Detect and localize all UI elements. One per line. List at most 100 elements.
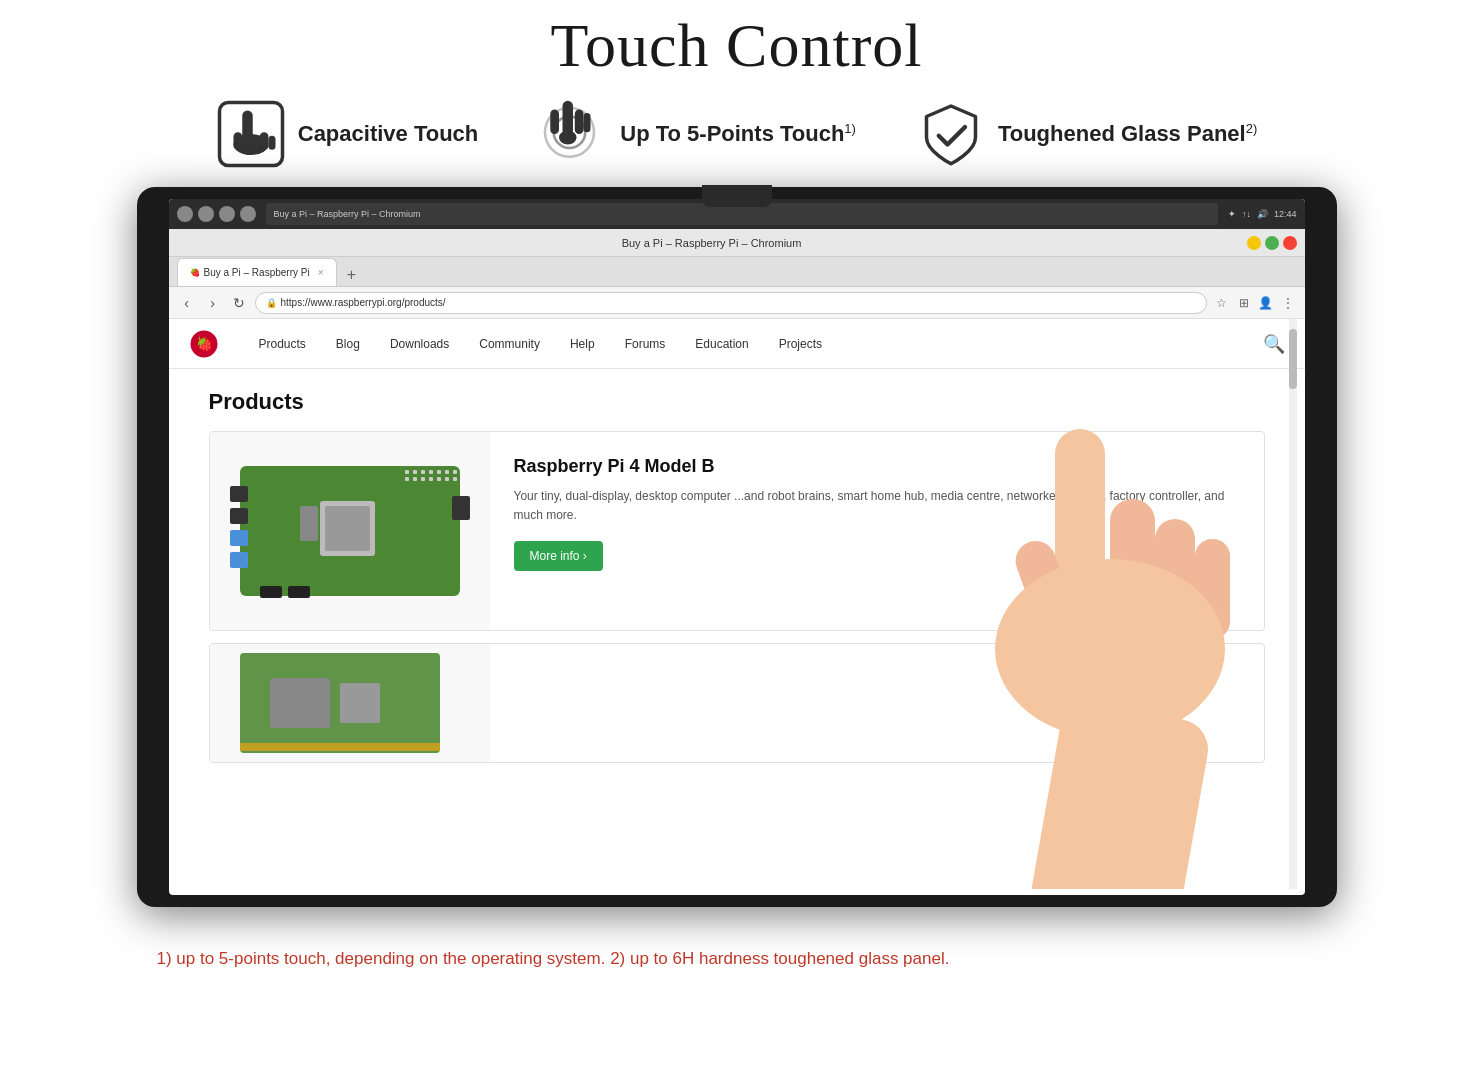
svg-point-9: [559, 131, 577, 145]
bookmark-icon[interactable]: ☆: [1213, 294, 1231, 312]
rpi-favicon: 🍓: [190, 268, 200, 277]
taskbar-icons: [177, 206, 256, 222]
svg-rect-33: [421, 477, 425, 481]
nav-forums[interactable]: Forums: [625, 337, 666, 351]
new-tab-button[interactable]: +: [341, 264, 363, 286]
svg-rect-42: [340, 683, 380, 723]
nav-help[interactable]: Help: [570, 337, 595, 351]
hand-touch-icon: [216, 99, 286, 169]
product-card-2: [209, 643, 1265, 763]
account-icon[interactable]: 👤: [1257, 294, 1275, 312]
website-nav: 🍓 Products Blog Downloads Community Help…: [169, 319, 1305, 369]
browser-tab-active[interactable]: 🍓 Buy a Pi – Raspberry Pi ×: [177, 258, 337, 286]
svg-rect-28: [437, 470, 441, 474]
cm-image: [220, 644, 480, 762]
nav-education[interactable]: Education: [695, 337, 748, 351]
svg-rect-24: [405, 470, 409, 474]
clock-display: 12:44: [1274, 209, 1297, 219]
svg-rect-12: [584, 113, 591, 132]
capacitive-touch-label: Capacitive Touch: [298, 121, 479, 147]
feature-toughened-glass: Toughened Glass Panel2): [916, 99, 1257, 169]
monitor-screen: Buy a Pi – Raspberry Pi – Chromium ✦ ↑↓ …: [169, 199, 1305, 895]
svg-rect-26: [421, 470, 425, 474]
page-title: Touch Control: [550, 10, 922, 81]
product-card-info-1: Raspberry Pi 4 Model B Your tiny, dual-d…: [490, 432, 1264, 630]
network-icon-text: ↑↓: [1242, 209, 1251, 219]
search-icon[interactable]: 🔍: [1263, 333, 1285, 355]
scroll-thumb[interactable]: [1289, 329, 1297, 389]
five-points-touch-label: Up To 5-Points Touch1): [620, 121, 856, 147]
back-button[interactable]: ‹: [177, 293, 197, 313]
svg-rect-43: [240, 743, 440, 751]
svg-rect-19: [230, 508, 248, 524]
camera-bump: [702, 185, 772, 207]
product-card-image-1: [210, 432, 490, 630]
nav-downloads[interactable]: Downloads: [390, 337, 449, 351]
rpi-logo: 🍓: [189, 329, 219, 359]
bluetooth-icon-text: ✦: [1228, 209, 1236, 219]
svg-rect-34: [429, 477, 433, 481]
svg-text:🍓: 🍓: [195, 335, 212, 352]
menu-icon[interactable]: ⋮: [1279, 294, 1297, 312]
svg-rect-17: [325, 506, 370, 551]
svg-rect-21: [230, 552, 248, 568]
svg-rect-5: [268, 136, 275, 150]
nav-products[interactable]: Products: [259, 337, 306, 351]
product-desc-1: Your tiny, dual-display, desktop compute…: [514, 487, 1240, 525]
taskbar-browser-tab-text: Buy a Pi – Raspberry Pi – Chromium: [274, 209, 421, 219]
taskbar-dot-1: [177, 206, 193, 222]
nav-community[interactable]: Community: [479, 337, 540, 351]
browser-nav-row: ‹ › ↻ 🔒 https://www.raspberrypi.org/prod…: [169, 287, 1305, 319]
nav-projects[interactable]: Projects: [779, 337, 822, 351]
scroll-indicator[interactable]: [1289, 319, 1297, 889]
maximize-button[interactable]: [1265, 236, 1279, 250]
finger-touch-icon: [538, 99, 608, 169]
close-button[interactable]: [1283, 236, 1297, 250]
svg-rect-11: [575, 110, 584, 135]
reload-button[interactable]: ↻: [229, 293, 249, 313]
tab-close-icon[interactable]: ×: [318, 267, 324, 278]
svg-rect-32: [413, 477, 417, 481]
feature-five-points-touch: Up To 5-Points Touch1): [538, 99, 856, 169]
svg-rect-3: [233, 132, 242, 150]
features-row: Capacitive Touch Up To 5-Points Touch1): [0, 99, 1473, 169]
products-section-title: Products: [209, 389, 1265, 415]
minimize-button[interactable]: [1247, 236, 1261, 250]
footnote: 1) up to 5-points touch, depending on th…: [137, 949, 1337, 969]
monitor-container: Buy a Pi – Raspberry Pi – Chromium ✦ ↑↓ …: [117, 187, 1357, 937]
volume-icon-text: 🔊: [1257, 209, 1268, 219]
svg-rect-22: [260, 586, 282, 598]
url-text: https://www.raspberrypi.org/products/: [281, 297, 446, 308]
product-card-image-2: [210, 644, 490, 762]
rpi4-image: [220, 446, 480, 616]
taskbar-right: ✦ ↑↓ 🔊 12:44: [1228, 209, 1297, 219]
svg-rect-38: [452, 496, 470, 520]
svg-rect-35: [437, 477, 441, 481]
window-controls: [1247, 236, 1297, 250]
monitor-bezel: Buy a Pi – Raspberry Pi – Chromium ✦ ↑↓ …: [137, 187, 1337, 907]
website-body: Products: [169, 369, 1305, 795]
toughened-glass-label: Toughened Glass Panel2): [998, 121, 1257, 147]
browser-action-icons: ☆ ⊞ 👤 ⋮: [1213, 294, 1297, 312]
browser-tab-label: Buy a Pi – Raspberry Pi: [204, 267, 310, 278]
svg-rect-18: [230, 486, 248, 502]
lock-icon: 🔒: [266, 298, 277, 308]
shield-check-icon: [916, 99, 986, 169]
svg-rect-10: [551, 110, 560, 135]
window-title-bar: Buy a Pi – Raspberry Pi – Chromium: [169, 229, 1305, 257]
taskbar-dot-2: [198, 206, 214, 222]
svg-rect-31: [405, 477, 409, 481]
product-card-1: Raspberry Pi 4 Model B Your tiny, dual-d…: [209, 431, 1265, 631]
svg-rect-20: [230, 530, 248, 546]
product-card-info-2: [490, 644, 1264, 762]
nav-blog[interactable]: Blog: [336, 337, 360, 351]
more-info-button-1[interactable]: More info ›: [514, 541, 603, 571]
grid-icon[interactable]: ⊞: [1235, 294, 1253, 312]
svg-rect-39: [300, 506, 318, 541]
svg-rect-37: [453, 477, 457, 481]
forward-button[interactable]: ›: [203, 293, 223, 313]
address-bar[interactable]: 🔒 https://www.raspberrypi.org/products/: [255, 292, 1207, 314]
svg-rect-30: [453, 470, 457, 474]
window-title-text: Buy a Pi – Raspberry Pi – Chromium: [177, 237, 1247, 249]
svg-rect-23: [288, 586, 310, 598]
